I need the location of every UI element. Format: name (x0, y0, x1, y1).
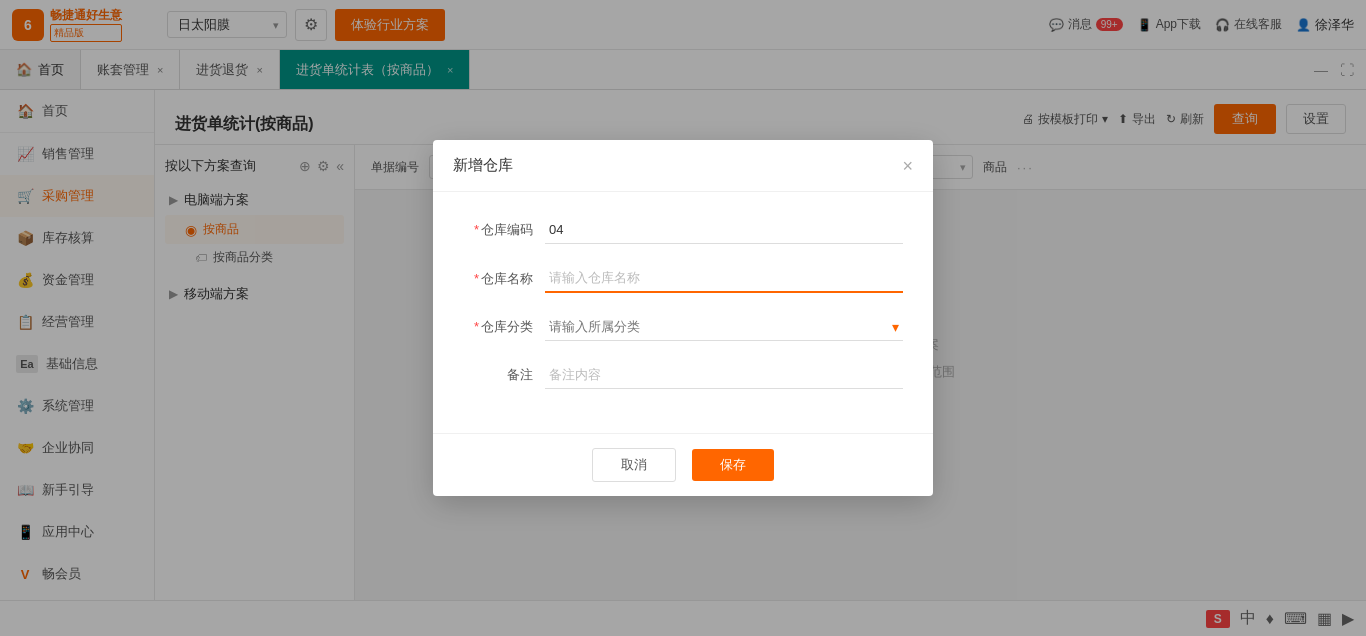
form-row-warehouse-name: *仓库名称 (463, 264, 903, 293)
modal-header: 新增仓库 × (433, 140, 933, 192)
warehouse-code-label: *仓库编码 (463, 221, 533, 239)
modal-body: *仓库编码 *仓库名称 *仓库分类 ▾ 备注 (433, 192, 933, 433)
warehouse-category-input[interactable] (545, 313, 903, 341)
warehouse-category-label: *仓库分类 (463, 318, 533, 336)
modal-add-warehouse: 新增仓库 × *仓库编码 *仓库名称 *仓库分类 ▾ (433, 140, 933, 496)
cancel-button[interactable]: 取消 (592, 448, 676, 482)
form-row-warehouse-category: *仓库分类 ▾ (463, 313, 903, 341)
modal-close-button[interactable]: × (902, 157, 913, 175)
warehouse-name-input[interactable] (545, 264, 903, 293)
save-button[interactable]: 保存 (692, 449, 774, 481)
warehouse-code-input[interactable] (545, 216, 903, 244)
form-row-warehouse-code: *仓库编码 (463, 216, 903, 244)
modal-footer: 取消 保存 (433, 433, 933, 496)
modal-title: 新增仓库 (453, 156, 513, 175)
form-row-remark: 备注 (463, 361, 903, 389)
remark-input[interactable] (545, 361, 903, 389)
warehouse-name-label: *仓库名称 (463, 270, 533, 288)
warehouse-category-select-wrap: ▾ (545, 313, 903, 341)
remark-label: 备注 (463, 366, 533, 384)
